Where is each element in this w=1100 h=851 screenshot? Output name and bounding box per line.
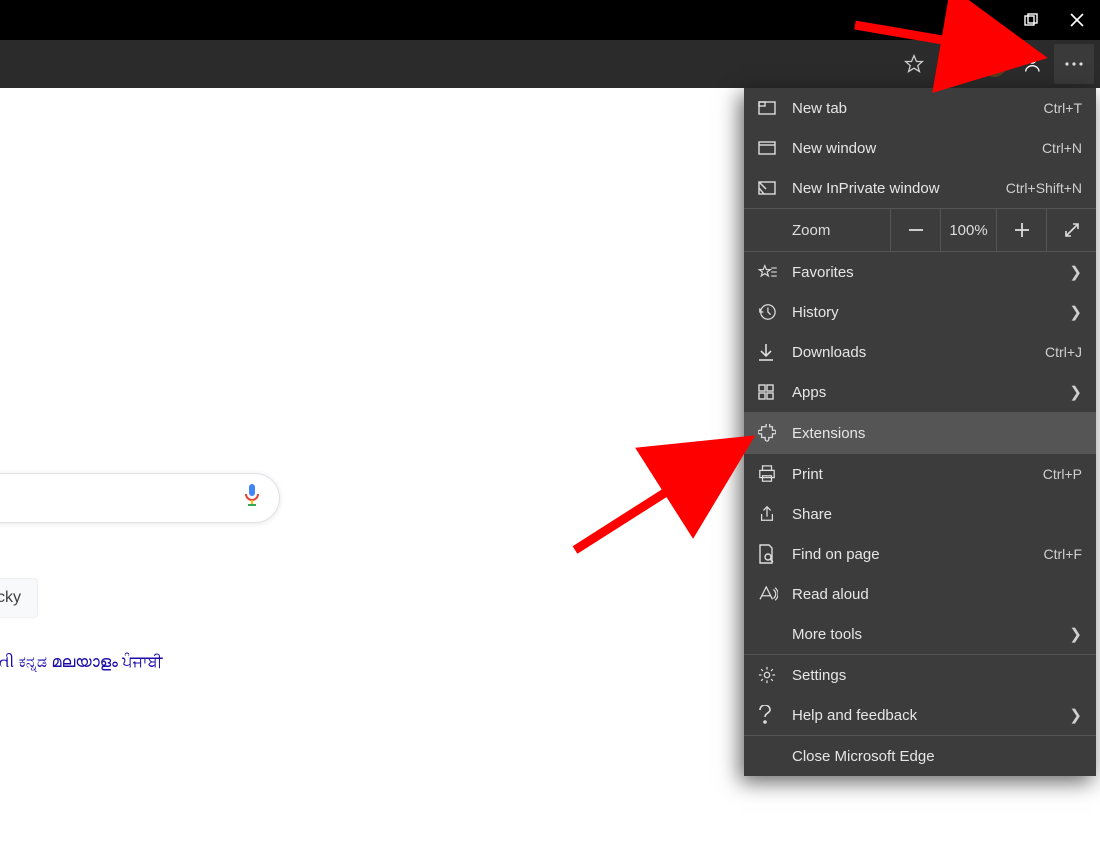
menu-read-aloud[interactable]: Read aloud — [744, 574, 1096, 614]
more-menu-button[interactable] — [1054, 44, 1094, 84]
menu-settings[interactable]: Settings — [744, 655, 1096, 695]
profile-switch-icon[interactable] — [1014, 44, 1054, 84]
print-icon — [758, 465, 786, 483]
help-icon — [758, 705, 786, 725]
new-tab-icon — [758, 101, 786, 115]
find-icon — [758, 544, 786, 564]
downloads-icon — [758, 343, 786, 361]
menu-history[interactable]: History ❯ — [744, 292, 1096, 332]
new-window-icon — [758, 141, 786, 155]
title-bar — [0, 0, 1100, 40]
menu-share[interactable]: Share — [744, 494, 1096, 534]
chevron-right-icon: ❯ — [1068, 383, 1082, 401]
menu-more-tools[interactable]: More tools ❯ — [744, 614, 1096, 654]
extensions-icon — [758, 424, 786, 442]
favorites-icon — [758, 264, 786, 280]
zoom-in-button[interactable] — [996, 209, 1046, 251]
menu-print[interactable]: Print Ctrl+P — [744, 454, 1096, 494]
menu-zoom-row: Zoom 100% — [744, 208, 1096, 252]
chevron-right-icon: ❯ — [1068, 625, 1082, 643]
menu-favorites[interactable]: Favorites ❯ — [744, 252, 1096, 292]
profile-avatar[interactable] — [981, 51, 1007, 77]
zoom-label: Zoom — [744, 209, 890, 251]
window-close-button[interactable] — [1054, 0, 1100, 40]
apps-icon — [758, 384, 786, 400]
read-aloud-icon — [758, 586, 786, 602]
fullscreen-button[interactable] — [1046, 209, 1096, 251]
window-minimize-button[interactable] — [962, 0, 1008, 40]
menu-downloads[interactable]: Downloads Ctrl+J — [744, 332, 1096, 372]
zoom-out-button[interactable] — [890, 209, 940, 251]
browser-toolbar — [0, 40, 1100, 88]
menu-extensions[interactable]: Extensions — [744, 413, 1096, 453]
settings-icon — [758, 666, 786, 684]
zoom-value: 100% — [940, 209, 996, 251]
menu-new-tab[interactable]: New tab Ctrl+T — [744, 88, 1096, 128]
share-icon — [758, 505, 786, 523]
chevron-right-icon: ❯ — [1068, 303, 1082, 321]
menu-find-on-page[interactable]: Find on page Ctrl+F — [744, 534, 1096, 574]
menu-help-feedback[interactable]: Help and feedback ❯ — [744, 695, 1096, 735]
mic-icon[interactable] — [243, 483, 261, 514]
chevron-right-icon: ❯ — [1068, 263, 1082, 281]
menu-close-edge[interactable]: Close Microsoft Edge — [744, 736, 1096, 776]
chevron-right-icon: ❯ — [1068, 706, 1082, 724]
window-maximize-button[interactable] — [1008, 0, 1054, 40]
menu-new-inprivate[interactable]: New InPrivate window Ctrl+Shift+N — [744, 168, 1096, 208]
menu-apps[interactable]: Apps ❯ — [744, 372, 1096, 412]
feeling-lucky-button[interactable]: ng Lucky — [0, 578, 38, 618]
favorites-list-icon[interactable] — [934, 44, 974, 84]
favorite-star-icon[interactable] — [894, 44, 934, 84]
search-input[interactable] — [0, 473, 280, 523]
menu-new-window[interactable]: New window Ctrl+N — [744, 128, 1096, 168]
inprivate-icon — [758, 181, 786, 195]
language-links[interactable]: ગુજરાતી ಕನ್ನಡ മലയാളം ਪੰਜਾਬੀ — [0, 654, 162, 672]
history-icon — [758, 303, 786, 321]
settings-menu: New tab Ctrl+T New window Ctrl+N New InP… — [744, 88, 1096, 776]
